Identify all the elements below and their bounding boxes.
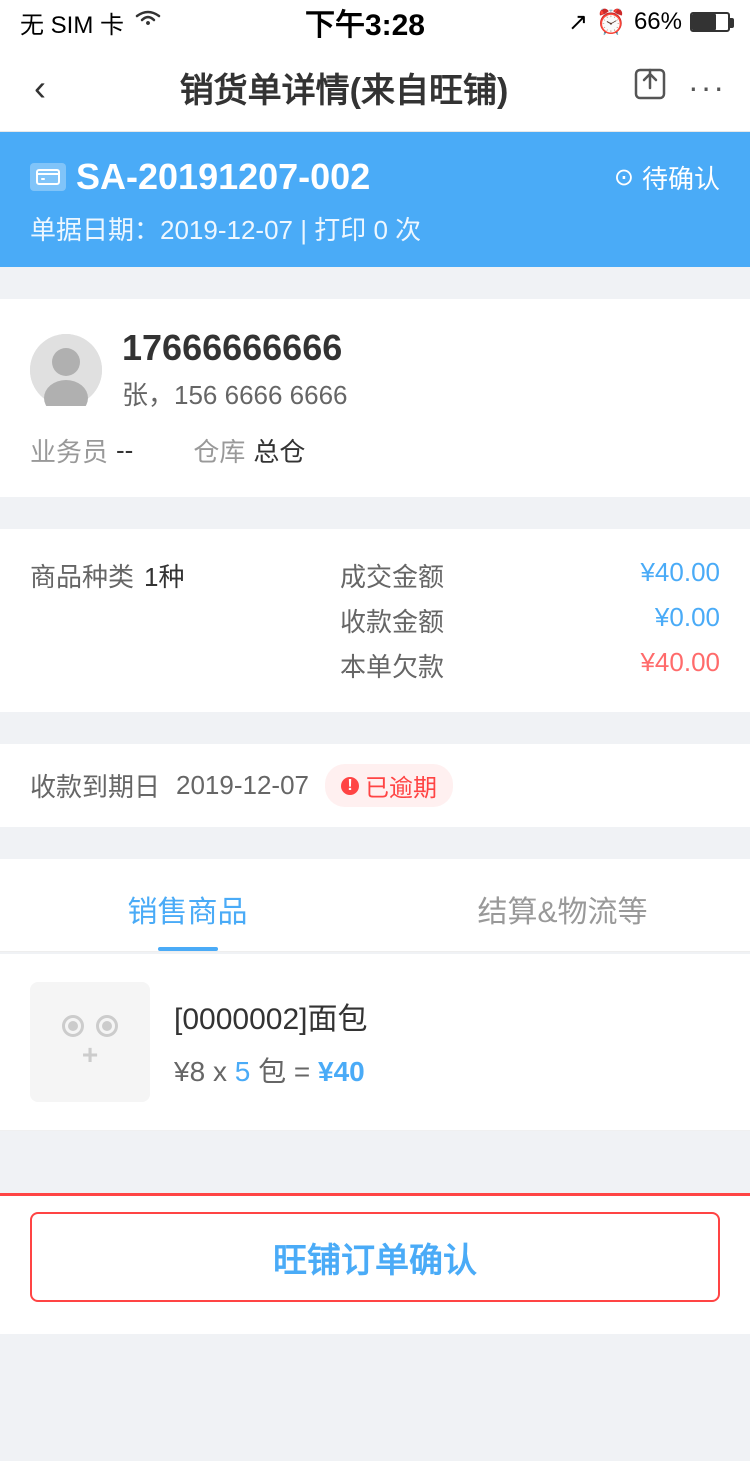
- bottom-padding: [0, 1331, 750, 1461]
- received-amount-value: ¥0.00: [655, 602, 720, 639]
- bottom-bar: 旺铺订单确认: [0, 1193, 750, 1334]
- wifi-icon: [134, 8, 162, 36]
- summary-card: 商品种类 1种 成交金额 ¥40.00 收款金额 ¥0.00 本单欠款 ¥40.…: [0, 529, 750, 712]
- tab-underline: [158, 947, 218, 951]
- product-name: [0000002]面包: [174, 994, 720, 1038]
- page-title: 销货单详情(来自旺铺): [180, 63, 509, 112]
- customer-name: 张，156 6666 6666: [122, 375, 720, 412]
- battery-icon: [690, 12, 730, 32]
- more-icon[interactable]: ···: [688, 69, 726, 106]
- back-button[interactable]: ‹: [24, 57, 56, 119]
- customer-info: 17666666666 张，156 6666 6666: [122, 327, 720, 412]
- owed-amount-row: 本单欠款 ¥40.00: [340, 647, 720, 684]
- nav-actions: ···: [632, 66, 726, 109]
- customer-details: 业务员 -- 仓库 总仓: [30, 432, 720, 469]
- product-total: ¥40: [318, 1056, 365, 1087]
- product-info: [0000002]面包 ¥8 x 5 包 = ¥40: [174, 994, 720, 1090]
- due-date-row: 收款到期日 2019-12-07 ! 已逾期: [0, 744, 750, 827]
- customer-phone: 17666666666: [122, 327, 720, 369]
- order-status: ⊙ 待确认: [614, 159, 720, 196]
- wangpu-confirm-button[interactable]: 旺铺订单确认: [30, 1212, 720, 1302]
- order-icon: [30, 163, 66, 191]
- share-icon[interactable]: [632, 66, 668, 109]
- due-date-label: 收款到期日: [30, 767, 160, 804]
- due-date-value: 2019-12-07: [176, 770, 309, 801]
- avatar: [30, 334, 102, 406]
- summary-right: 成交金额 ¥40.00 收款金额 ¥0.00 本单欠款 ¥40.00: [310, 557, 720, 684]
- overdue-dot-icon: !: [341, 777, 359, 795]
- time-label: 下午3:28: [305, 0, 425, 44]
- received-amount-row: 收款金额 ¥0.00: [340, 602, 720, 639]
- overdue-badge: ! 已逾期: [325, 764, 453, 807]
- summary-left: 商品种类 1种: [30, 557, 310, 594]
- owed-amount-value: ¥40.00: [640, 647, 720, 684]
- status-text: 待确认: [642, 159, 720, 196]
- owl-plus-icon: +: [82, 1041, 98, 1069]
- tabs-bar: 销售商品 结算&物流等: [0, 859, 750, 952]
- battery-percentage: 66%: [634, 8, 682, 36]
- tab-sales-products[interactable]: 销售商品: [0, 859, 375, 951]
- alarm-icon: ⏰: [596, 8, 626, 37]
- deal-amount-row: 成交金额 ¥40.00: [340, 557, 720, 594]
- status-left: 无 SIM 卡: [20, 5, 162, 40]
- status-right: ↗ ⏰ 66%: [568, 8, 730, 37]
- tab-settlement-logistics[interactable]: 结算&物流等: [375, 859, 750, 951]
- status-bar: 无 SIM 卡 下午3:28 ↗ ⏰ 66%: [0, 0, 750, 44]
- warehouse-detail: 仓库 总仓: [193, 432, 305, 469]
- carrier-label: 无 SIM 卡: [20, 5, 124, 40]
- deal-amount-value: ¥40.00: [640, 557, 720, 594]
- product-thumbnail: +: [30, 982, 150, 1102]
- product-list: + [0000002]面包 ¥8 x 5 包 = ¥40: [0, 954, 750, 1131]
- table-row: + [0000002]面包 ¥8 x 5 包 = ¥40: [0, 954, 750, 1131]
- order-meta: 单据日期：2019-12-07 | 打印 0 次: [30, 210, 720, 247]
- nav-bar: ‹ 销货单详情(来自旺铺) ···: [0, 44, 750, 132]
- clock-icon: ⊙: [614, 163, 634, 192]
- salesperson-detail: 业务员 --: [30, 432, 133, 469]
- location-icon: ↗: [568, 8, 588, 37]
- customer-card: 17666666666 张，156 6666 6666 业务员 -- 仓库 总仓: [0, 299, 750, 497]
- order-header: SA-20191207-002 ⊙ 待确认 单据日期：2019-12-07 | …: [0, 132, 750, 267]
- order-id: SA-20191207-002: [30, 156, 370, 198]
- product-calc: ¥8 x 5 包 = ¥40: [174, 1050, 720, 1090]
